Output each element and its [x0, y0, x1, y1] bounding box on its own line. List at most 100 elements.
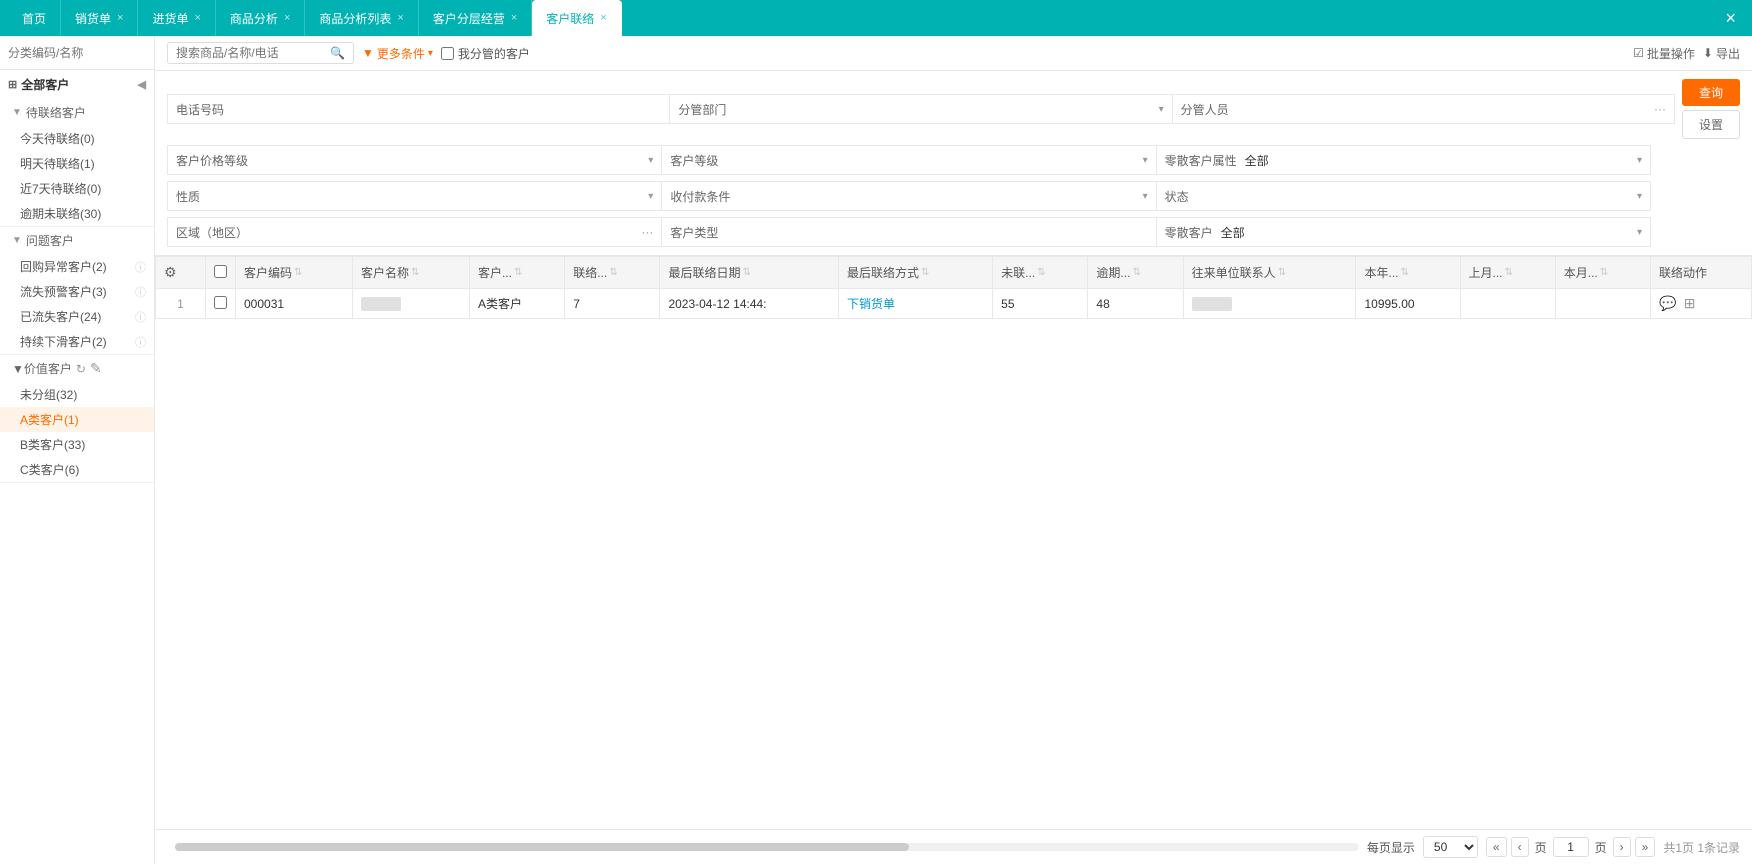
group-header-pending[interactable]: ▼ 待联络客户: [0, 99, 154, 126]
group-header-value[interactable]: ▼ 价值客户 ↻ ✎: [0, 355, 154, 382]
sidebar-item-class-c[interactable]: C类客户(6): [0, 457, 154, 482]
chevron-down-icon: ▾: [648, 191, 653, 202]
nav-tab-customer-contact[interactable]: 客户联络 ×: [532, 0, 621, 36]
more-options-icon[interactable]: ···: [1654, 102, 1666, 116]
filter-retail-select[interactable]: 全部 ▾: [1221, 224, 1642, 241]
batch-op-btn[interactable]: ☑ 批量操作: [1633, 45, 1695, 62]
all-customers-header[interactable]: ⊞ 全部客户 ◀: [0, 70, 154, 99]
cell-name: Ea Ea: [352, 289, 469, 319]
settings-button[interactable]: 设置: [1682, 110, 1740, 139]
nav-tab-analysis[interactable]: 商品分析 ×: [216, 0, 305, 36]
more-filter-btn[interactable]: ▼ 更多条件 ▾: [362, 45, 433, 62]
nav-tab-customer-tier[interactable]: 客户分层经营 ×: [419, 0, 532, 36]
close-all-tabs[interactable]: ×: [1717, 8, 1744, 29]
last-method-link[interactable]: 下销货单: [847, 297, 895, 311]
chevron-down-icon: ▾: [1143, 155, 1148, 166]
sidebar-item-overdue[interactable]: 逾期未联络(30): [0, 201, 154, 226]
page-number-input[interactable]: [1553, 837, 1589, 857]
page-nav: « ‹ 页 页 › »: [1486, 837, 1655, 857]
info-icon-abnormal: ⓘ: [135, 259, 146, 275]
search-icon[interactable]: 🔍: [330, 46, 345, 60]
close-tab-sales[interactable]: ×: [117, 12, 123, 24]
check-all[interactable]: [214, 265, 227, 278]
sidebar-item-tomorrow[interactable]: 明天待联络(1): [0, 151, 154, 176]
nav-tab-home[interactable]: 首页: [8, 0, 61, 36]
expand-arrow-pending: ▼: [12, 107, 22, 118]
batch-op-icon: ☑: [1633, 46, 1644, 60]
gear-icon[interactable]: ⚙: [164, 264, 177, 280]
prev-page-btn[interactable]: ‹: [1511, 837, 1529, 857]
filter-phone-input[interactable]: [232, 102, 661, 116]
query-button[interactable]: 查询: [1682, 79, 1740, 106]
nav-tab-purchase[interactable]: 进货单 ×: [138, 0, 215, 36]
sidebar-search-input[interactable]: [8, 46, 155, 60]
sidebar-item-unclassified[interactable]: 未分组(32): [0, 382, 154, 407]
sidebar-item-declining[interactable]: 持续下滑客户(2) ⓘ: [0, 329, 154, 354]
th-code: 客户编码 ⇅: [236, 257, 353, 289]
filter-row-2: 客户价格等级 ▾ 客户等级 ▾ 零散客户属性 全部: [167, 145, 1740, 175]
first-page-btn[interactable]: «: [1486, 837, 1507, 857]
close-tab-analysis[interactable]: ×: [284, 12, 290, 24]
filter-person-select[interactable]: ···: [1237, 102, 1666, 116]
sidebar-item-class-b[interactable]: B类客户(33): [0, 432, 154, 457]
sort-icon-this-month[interactable]: ⇅: [1600, 267, 1608, 278]
sidebar-item-at-risk[interactable]: 流失预警客户(3) ⓘ: [0, 279, 154, 304]
sidebar-item-lost[interactable]: 已流失客户(24) ⓘ: [0, 304, 154, 329]
sort-icon-last-date[interactable]: ⇅: [742, 267, 750, 278]
filter-retail-attr-select[interactable]: 全部 ▾: [1245, 152, 1642, 169]
filter-dept-select[interactable]: ▾: [734, 104, 1163, 115]
expand-arrow-problem: ▼: [12, 235, 22, 246]
sort-icon-unit-contact[interactable]: ⇅: [1278, 267, 1286, 278]
filter-customer-level-select[interactable]: ▾: [726, 155, 1147, 166]
message-icon[interactable]: 💬: [1659, 295, 1676, 311]
my-customers-checkbox[interactable]: [441, 47, 454, 60]
refresh-icon[interactable]: ↻: [76, 362, 86, 376]
cell-last-method: 下销货单: [838, 289, 992, 319]
filter-row-1: 电话号码 分管部门 ▾ 分管人员 ···: [167, 79, 1740, 139]
sidebar-item-abnormal[interactable]: 回购异常客户(2) ⓘ: [0, 254, 154, 279]
row-checkbox[interactable]: [214, 296, 227, 309]
group-header-problem[interactable]: ▼ 问题客户: [0, 227, 154, 254]
group-value-customers: ▼ 价值客户 ↻ ✎ 未分组(32) A类客户(1) B类客户(33) C类客户…: [0, 355, 154, 483]
th-last-month: 上月... ⇅: [1460, 257, 1555, 289]
sidebar-item-today[interactable]: 今天待联络(0): [0, 126, 154, 151]
close-tab-customer-tier[interactable]: ×: [511, 12, 517, 24]
my-customers-checkbox-wrap[interactable]: 我分管的客户: [441, 45, 530, 62]
export-btn[interactable]: ⬇ 导出: [1703, 45, 1740, 62]
sort-icon-type[interactable]: ⇅: [514, 267, 522, 278]
scrollbar[interactable]: [175, 843, 1359, 851]
cell-actions: 💬 ⊞: [1651, 289, 1752, 319]
nav-tab-analysis-list[interactable]: 商品分析列表 ×: [305, 0, 418, 36]
filter-nature-select[interactable]: ▾: [208, 191, 653, 202]
sort-icon-contact-count[interactable]: ⇅: [609, 267, 617, 278]
sidebar-item-7days[interactable]: 近7天待联络(0): [0, 176, 154, 201]
filter-price-level-select[interactable]: ▾: [256, 155, 653, 166]
sort-icon-this-year[interactable]: ⇅: [1401, 267, 1409, 278]
edit-icon[interactable]: ✎: [90, 360, 102, 377]
cell-not-contacted: 55: [993, 289, 1088, 319]
page-size-select[interactable]: 50 10 20 100: [1423, 836, 1478, 858]
close-tab-customer-contact[interactable]: ×: [600, 12, 606, 24]
sort-icon-overdue[interactable]: ⇅: [1132, 267, 1140, 278]
filter-payment-select[interactable]: ▾: [738, 191, 1147, 202]
sidebar-item-class-a[interactable]: A类客户(1): [0, 407, 154, 432]
last-page-btn[interactable]: »: [1635, 837, 1656, 857]
expand-arrow-value: ▼: [12, 362, 24, 376]
sort-icon-name[interactable]: ⇅: [411, 267, 419, 278]
sort-icon-code[interactable]: ⇅: [294, 267, 302, 278]
nav-tab-sales[interactable]: 销货单 ×: [61, 0, 138, 36]
close-tab-analysis-list[interactable]: ×: [397, 12, 403, 24]
chevron-down-icon: ▾: [1637, 227, 1642, 238]
toolbar: 🔍 ▼ 更多条件 ▾ 我分管的客户 ☑ 批量操作 ⬇ 导出: [155, 36, 1752, 71]
th-last-method: 最后联络方式 ⇅: [838, 257, 992, 289]
filter-region-select[interactable]: ···: [256, 225, 653, 239]
qr-icon[interactable]: ⊞: [1684, 295, 1696, 311]
sort-icon-not-contacted[interactable]: ⇅: [1037, 267, 1045, 278]
sort-icon-last-method[interactable]: ⇅: [921, 267, 929, 278]
sort-icon-last-month[interactable]: ⇅: [1505, 267, 1513, 278]
next-page-btn[interactable]: ›: [1613, 837, 1631, 857]
filter-status-select[interactable]: ▾: [1197, 191, 1642, 202]
main-search-input[interactable]: [176, 46, 326, 60]
close-tab-purchase[interactable]: ×: [194, 12, 200, 24]
more-options-icon[interactable]: ···: [641, 225, 653, 239]
